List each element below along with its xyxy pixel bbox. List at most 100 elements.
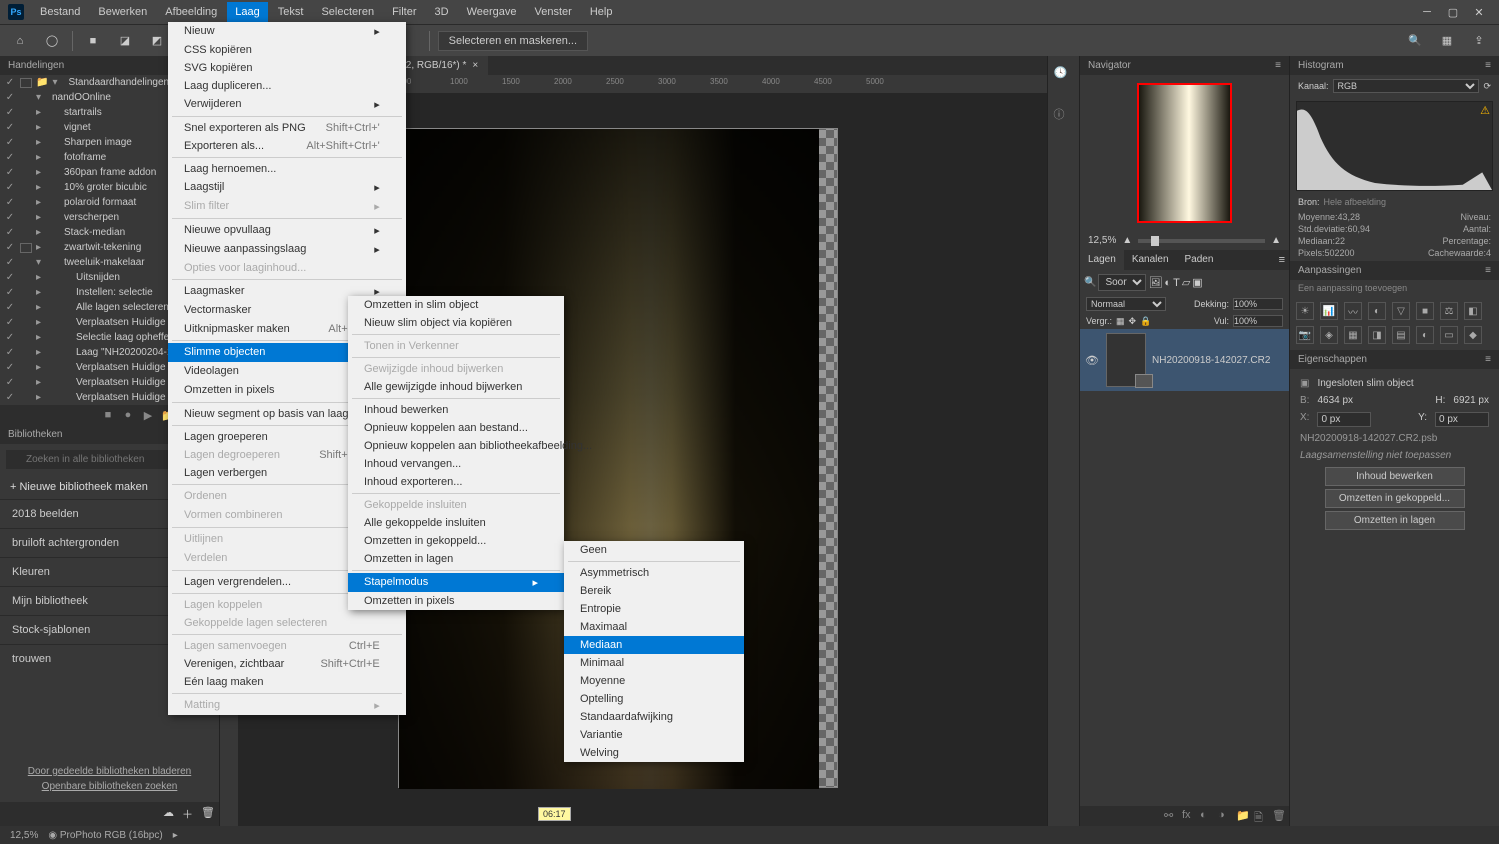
menu-item[interactable]: Variantie xyxy=(564,726,744,744)
menu-help[interactable]: Help xyxy=(582,2,621,22)
menu-item[interactable]: Laagstijl▸ xyxy=(168,178,406,197)
zoom-in-icon[interactable]: ▲ xyxy=(1271,235,1281,246)
marquee-tool-icon[interactable]: ◯ xyxy=(40,29,64,53)
lib-add-icon[interactable]: ＋ xyxy=(182,806,193,822)
layer-row[interactable]: 👁 NH20200918-142027.CR2 xyxy=(1080,329,1289,391)
tab-channels[interactable]: Kanalen xyxy=(1124,250,1177,270)
history-icon[interactable]: 🕓 xyxy=(1054,66,1074,86)
bw-icon[interactable]: ◧ xyxy=(1464,302,1482,320)
menu-item[interactable]: Laag hernoemen... xyxy=(168,160,406,178)
color-balance-icon[interactable]: ⚖ xyxy=(1440,302,1458,320)
menu-item[interactable]: Minimaal xyxy=(564,654,744,672)
search-icon[interactable]: 🔍 xyxy=(1403,29,1427,53)
menu-item[interactable]: Mediaan xyxy=(564,636,744,654)
adjustment-layer-icon[interactable]: ◑ xyxy=(1218,809,1232,823)
menu-bestand[interactable]: Bestand xyxy=(32,2,88,22)
share-icon[interactable]: ⇪ xyxy=(1467,29,1491,53)
menu-afbeelding[interactable]: Afbeelding xyxy=(157,2,225,22)
menu-item[interactable]: Optelling xyxy=(564,690,744,708)
menu-item[interactable]: Geen xyxy=(564,541,744,559)
menu-item[interactable]: Stapelmodus▸ xyxy=(348,573,564,592)
minimize-button[interactable]: ─ xyxy=(1415,4,1439,20)
menu-filter[interactable]: Filter xyxy=(384,2,424,22)
zoom-out-icon[interactable]: ▲ xyxy=(1122,235,1132,246)
menu-item[interactable]: Nieuwe aanpassingslaag▸ xyxy=(168,240,406,259)
home-icon[interactable]: ⌂ xyxy=(8,29,32,53)
info-icon[interactable]: ⓘ xyxy=(1054,106,1074,126)
curves-icon[interactable]: 〰 xyxy=(1344,302,1362,320)
x-input[interactable] xyxy=(1317,412,1371,427)
group-icon[interactable]: 📁 xyxy=(1236,809,1250,823)
menu-item[interactable]: Opnieuw koppelen aan bibliotheekafbeeldi… xyxy=(348,437,564,455)
visibility-icon[interactable]: 👁 xyxy=(1084,354,1100,367)
edit-contents-button[interactable]: Inhoud bewerken xyxy=(1325,467,1465,486)
menu-item[interactable]: Nieuw▸ xyxy=(168,22,406,41)
vibrance-icon[interactable]: ▽ xyxy=(1392,302,1410,320)
filter-text-icon[interactable]: T xyxy=(1173,277,1180,289)
panel-menu-icon[interactable]: ≡ xyxy=(1485,60,1491,71)
stop-icon[interactable]: ■ xyxy=(101,408,115,422)
filter-smart-icon[interactable]: ▣ xyxy=(1192,276,1202,289)
navigator-thumbnail[interactable] xyxy=(1137,83,1232,223)
opacity-input[interactable] xyxy=(1233,298,1283,310)
panel-menu-icon[interactable]: ≡ xyxy=(1275,250,1289,270)
menu-weergave[interactable]: Weergave xyxy=(459,2,525,22)
close-button[interactable]: ✕ xyxy=(1467,4,1491,20)
histogram-channel-select[interactable]: RGB xyxy=(1333,79,1480,93)
fill-input[interactable] xyxy=(1233,315,1283,327)
menu-item[interactable]: Alle gekoppelde insluiten xyxy=(348,514,564,532)
panel-menu-icon[interactable]: ≡ xyxy=(1275,60,1281,71)
menu-item[interactable]: Inhoud exporteren... xyxy=(348,473,564,491)
menu-venster[interactable]: Venster xyxy=(527,2,580,22)
levels-icon[interactable]: 📊 xyxy=(1320,302,1338,320)
shape-subtract-icon[interactable]: ◩ xyxy=(145,29,169,53)
menu-item[interactable]: Asymmetrisch xyxy=(564,564,744,582)
menu-item[interactable]: CSS kopiëren xyxy=(168,41,406,59)
menu-item[interactable]: Entropie xyxy=(564,600,744,618)
menu-item[interactable]: Welving xyxy=(564,744,744,762)
refresh-icon[interactable]: ⟳ xyxy=(1483,81,1491,92)
selective-color-icon[interactable]: ◆ xyxy=(1464,326,1482,344)
select-and-mask-button[interactable]: Selecteren en maskeren... xyxy=(438,31,588,51)
lock-position-icon[interactable]: ✥ xyxy=(1129,316,1137,327)
y-input[interactable] xyxy=(1435,412,1489,427)
filter-image-icon[interactable]: 🖼 xyxy=(1148,276,1162,289)
channel-mixer-icon[interactable]: ◈ xyxy=(1320,326,1338,344)
layer-filter-select[interactable]: Soort xyxy=(1098,274,1146,291)
lock-pixels-icon[interactable]: ▦ xyxy=(1116,316,1125,327)
lib-sync-icon[interactable]: ☁ xyxy=(163,806,174,822)
menu-item[interactable]: Inhoud vervangen... xyxy=(348,455,564,473)
menu-item[interactable]: Opnieuw koppelen aan bestand... xyxy=(348,419,564,437)
threshold-icon[interactable]: ◐ xyxy=(1416,326,1434,344)
gradient-map-icon[interactable]: ▭ xyxy=(1440,326,1458,344)
lock-all-icon[interactable]: 🔒 xyxy=(1140,316,1151,327)
menu-item[interactable]: Nieuw slim object via kopiëren xyxy=(348,314,564,332)
hue-icon[interactable]: ■ xyxy=(1416,302,1434,320)
menu-item[interactable]: Omzetten in lagen xyxy=(348,550,564,568)
menu-item[interactable]: Inhoud bewerken xyxy=(348,401,564,419)
menu-3d[interactable]: 3D xyxy=(427,2,457,22)
convert-linked-button[interactable]: Omzetten in gekoppeld... xyxy=(1325,489,1465,508)
tab-paths[interactable]: Paden xyxy=(1177,250,1222,270)
layer-style-icon[interactable]: fx xyxy=(1182,809,1196,823)
link-layers-icon[interactable]: ⚯ xyxy=(1164,809,1178,823)
photo-filter-icon[interactable]: 📷 xyxy=(1296,326,1314,344)
filter-adjust-icon[interactable]: ◐ xyxy=(1164,277,1171,289)
panel-menu-icon[interactable]: ≡ xyxy=(1485,265,1491,276)
panel-menu-icon[interactable]: ≡ xyxy=(1485,354,1491,365)
tab-layers[interactable]: Lagen xyxy=(1080,250,1124,270)
menu-item[interactable]: Omzetten in slim object xyxy=(348,296,564,314)
menu-item[interactable]: Standaardafwijking xyxy=(564,708,744,726)
browse-shared-link[interactable]: Door gedeelde bibliotheken bladeren xyxy=(8,764,211,779)
menu-item[interactable]: Eén laag maken xyxy=(168,673,406,691)
shape-add-icon[interactable]: ◪ xyxy=(113,29,137,53)
menu-item[interactable]: Omzetten in pixels xyxy=(348,592,564,610)
menu-item[interactable]: Omzetten in gekoppeld... xyxy=(348,532,564,550)
invert-icon[interactable]: ◨ xyxy=(1368,326,1386,344)
menu-item[interactable]: Snel exporteren als PNGShift+Ctrl+' xyxy=(168,119,406,137)
brightness-icon[interactable]: ☀ xyxy=(1296,302,1314,320)
menu-item[interactable]: Laag dupliceren... xyxy=(168,77,406,95)
menu-item[interactable]: Bereik xyxy=(564,582,744,600)
record-icon[interactable]: ● xyxy=(121,408,135,422)
layer-mask-icon[interactable]: ◐ xyxy=(1200,809,1214,823)
